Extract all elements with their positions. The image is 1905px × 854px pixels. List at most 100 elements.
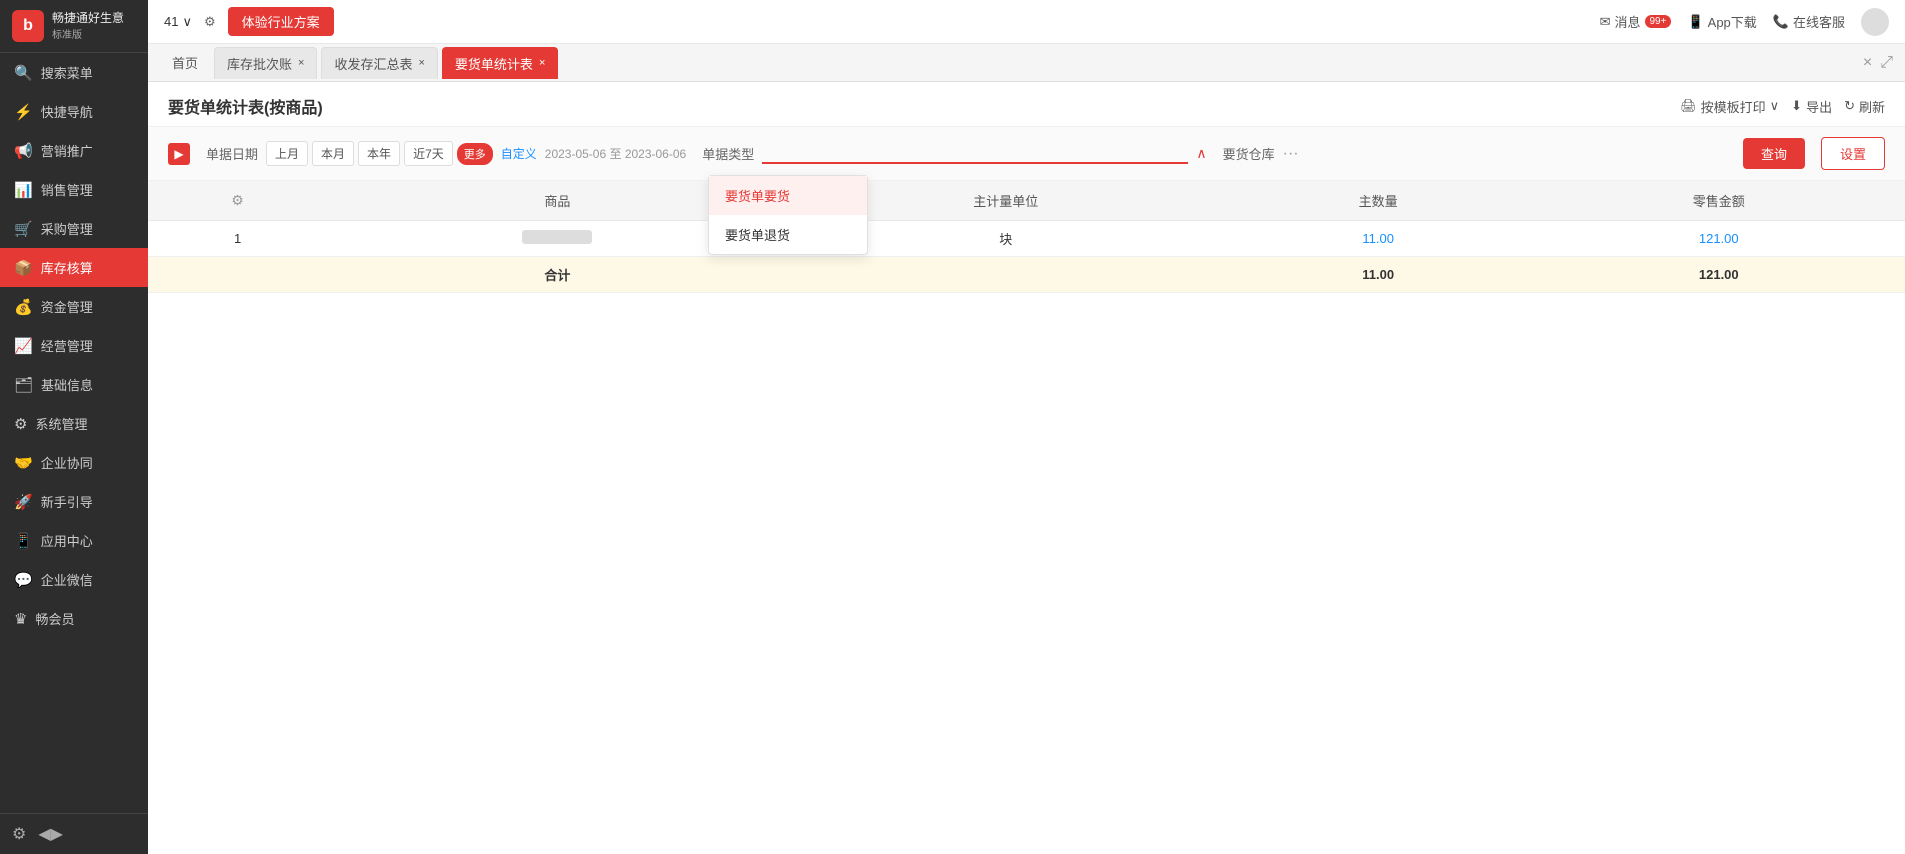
- sidebar-item-wechat[interactable]: 💬 企业微信: [0, 560, 148, 599]
- expand-tabs-btn[interactable]: ⤢: [1880, 54, 1893, 72]
- sidebar-item-guide[interactable]: 🚀 新手引导: [0, 482, 148, 521]
- search-icon: 🔍: [14, 64, 33, 82]
- refresh-btn[interactable]: ↻ 刷新: [1844, 97, 1885, 116]
- sidebar-item-label: 库存核算: [41, 258, 93, 277]
- print-chevron-icon: ∨: [1770, 98, 1780, 114]
- sidebar-item-operation[interactable]: 📈 经营管理: [0, 326, 148, 365]
- sidebar-item-system[interactable]: ⚙ 系统管理: [0, 404, 148, 443]
- tab-recv-summary-close[interactable]: ×: [418, 57, 424, 69]
- sidebar-item-member[interactable]: ♛ 畅会员: [0, 599, 148, 638]
- sidebar-item-label: 畅会员: [35, 609, 74, 628]
- tab-inventory-batch-close[interactable]: ×: [298, 57, 304, 69]
- sidebar-item-basic[interactable]: 🗂 基础信息: [0, 365, 148, 404]
- app-name: 畅捷通好生意: [52, 11, 124, 27]
- sidebar-item-label: 企业协同: [41, 453, 93, 472]
- query-btn[interactable]: 查询: [1743, 138, 1805, 169]
- basic-icon: 🗂: [14, 376, 33, 394]
- close-all-tabs-btn[interactable]: ×: [1863, 54, 1872, 72]
- marketing-icon: 📢: [14, 142, 33, 160]
- type-filter-input[interactable]: [762, 143, 1188, 164]
- operation-icon: 📈: [14, 337, 33, 355]
- page-title: 要货单统计表(按商品): [168, 94, 323, 118]
- sidebar-nav: 🔍 搜索菜单 ⚡ 快捷导航 📢 营销推广 📊 销售管理 🛒 采购管理 📦 库存核…: [0, 53, 148, 813]
- table-settings-icon[interactable]: ⚙: [231, 192, 244, 208]
- row-index: 1: [148, 221, 327, 257]
- row-amount[interactable]: 121.00: [1533, 221, 1905, 257]
- content-area: 要货单统计表(按商品) 🖨 按模板打印 ∨ ⬇ 导出 ↻ 刷新 ▶: [148, 82, 1905, 854]
- user-avatar[interactable]: [1861, 8, 1889, 36]
- tab-inventory-batch-label: 库存批次账: [227, 54, 292, 73]
- sidebar-item-marketing[interactable]: 📢 营销推广: [0, 131, 148, 170]
- tab-order-stat[interactable]: 要货单统计表 ×: [442, 47, 558, 79]
- sidebar-item-label: 销售管理: [41, 180, 93, 199]
- app-download-btn[interactable]: 📱 App下载: [1687, 12, 1756, 31]
- dropdown-item-order-goods[interactable]: 要货单要货: [709, 176, 867, 215]
- row-qty[interactable]: 11.00: [1224, 221, 1533, 257]
- tab-home[interactable]: 首页: [160, 47, 210, 79]
- sidebar-item-sales[interactable]: 📊 销售管理: [0, 170, 148, 209]
- page-actions: 🖨 按模板打印 ∨ ⬇ 导出 ↻ 刷新: [1680, 97, 1885, 116]
- warehouse-more-btn[interactable]: ···: [1283, 145, 1299, 163]
- type-filter-section: 单据类型 ∧: [702, 143, 1206, 164]
- col-amount: 零售金额: [1533, 181, 1905, 221]
- table-footer-row: 合计 11.00 121.00: [148, 257, 1905, 293]
- type-filter-chevron-icon[interactable]: ∧: [1196, 145, 1206, 162]
- table-row: 1 块 11.00 121.00: [148, 221, 1905, 257]
- tab-recv-summary[interactable]: 收发存汇总表 ×: [321, 47, 437, 79]
- sidebar-item-label: 企业微信: [41, 570, 93, 589]
- service-icon: 📞: [1773, 14, 1789, 30]
- custom-date-btn[interactable]: 自定义: [501, 145, 537, 162]
- message-badge: 99+: [1645, 15, 1672, 28]
- warehouse-filter-section: 要货仓库 ···: [1223, 144, 1727, 163]
- sidebar-item-purchase[interactable]: 🛒 采购管理: [0, 209, 148, 248]
- sidebar: b 畅捷通好生意 标准版 🔍 搜索菜单 ⚡ 快捷导航 📢 营销推广 📊 销售管理…: [0, 0, 148, 854]
- this-year-btn[interactable]: 本年: [358, 141, 400, 166]
- last-month-btn[interactable]: 上月: [266, 141, 308, 166]
- app-logo-icon: b: [12, 10, 44, 42]
- main-area: 41 ∨ ⚙ 体验行业方案 ✉ 消息 99+ 📱 App下载 📞 在线客服: [148, 0, 1905, 854]
- sidebar-item-label: 经营管理: [41, 336, 93, 355]
- sidebar-bottom: ⚙ ◀▶: [0, 813, 148, 854]
- type-filter-label: 单据类型: [702, 144, 754, 163]
- export-btn[interactable]: ⬇ 导出: [1791, 97, 1832, 116]
- page-header: 要货单统计表(按商品) 🖨 按模板打印 ∨ ⬇ 导出 ↻ 刷新: [148, 82, 1905, 127]
- sidebar-item-search[interactable]: 🔍 搜索菜单: [0, 53, 148, 92]
- recent7-btn[interactable]: 近7天: [404, 141, 453, 166]
- sidebar-item-label: 系统管理: [35, 414, 87, 433]
- settings-btn[interactable]: 设置: [1821, 137, 1885, 170]
- system-icon: ⚙: [14, 415, 27, 433]
- type-dropdown: 要货单要货 要货单退货: [708, 175, 868, 255]
- this-month-btn[interactable]: 本月: [312, 141, 354, 166]
- sidebar-item-appstore[interactable]: 📱 应用中心: [0, 521, 148, 560]
- store-selector[interactable]: 41 ∨: [164, 14, 192, 30]
- topbar-settings-icon[interactable]: ⚙: [204, 14, 216, 30]
- sidebar-item-enterprise[interactable]: 🤝 企业协同: [0, 443, 148, 482]
- promo-button[interactable]: 体验行业方案: [228, 7, 334, 36]
- tab-order-stat-close[interactable]: ×: [539, 57, 545, 69]
- tab-inventory-batch[interactable]: 库存批次账 ×: [214, 47, 317, 79]
- messages-btn[interactable]: ✉ 消息 99+: [1600, 12, 1672, 31]
- sidebar-settings-icon[interactable]: ⚙: [12, 824, 26, 844]
- message-icon: ✉: [1600, 14, 1611, 30]
- topbar: 41 ∨ ⚙ 体验行业方案 ✉ 消息 99+ 📱 App下载 📞 在线客服: [148, 0, 1905, 44]
- sidebar-item-quick-nav[interactable]: ⚡ 快捷导航: [0, 92, 148, 131]
- tab-bar-actions: × ⤢: [1863, 54, 1893, 72]
- sidebar-logo: b 畅捷通好生意 标准版: [0, 0, 148, 53]
- date-range-display: 2023-05-06 至 2023-06-06: [545, 145, 686, 162]
- sidebar-item-inventory[interactable]: 📦 库存核算: [0, 248, 148, 287]
- print-btn[interactable]: 🖨 按模板打印 ∨: [1680, 97, 1779, 116]
- sidebar-item-finance[interactable]: 💰 资金管理: [0, 287, 148, 326]
- quick-nav-icon: ⚡: [14, 103, 33, 121]
- tabbar: 首页 库存批次账 × 收发存汇总表 × 要货单统计表 × × ⤢: [148, 44, 1905, 82]
- sidebar-collapse-icon[interactable]: ◀▶: [38, 824, 63, 844]
- filter-expand-btn[interactable]: ▶: [168, 143, 190, 165]
- dropdown-item-order-return[interactable]: 要货单退货: [709, 215, 867, 254]
- app-download-icon: 📱: [1687, 14, 1703, 30]
- member-icon: ♛: [14, 610, 27, 628]
- online-service-label: 在线客服: [1793, 12, 1845, 31]
- app-sub: 标准版: [52, 26, 124, 41]
- sidebar-item-label: 搜索菜单: [41, 63, 93, 82]
- online-service-btn[interactable]: 📞 在线客服: [1773, 12, 1845, 31]
- hot-badge-btn[interactable]: 更多: [457, 143, 493, 165]
- store-chevron-icon: ∨: [182, 14, 192, 30]
